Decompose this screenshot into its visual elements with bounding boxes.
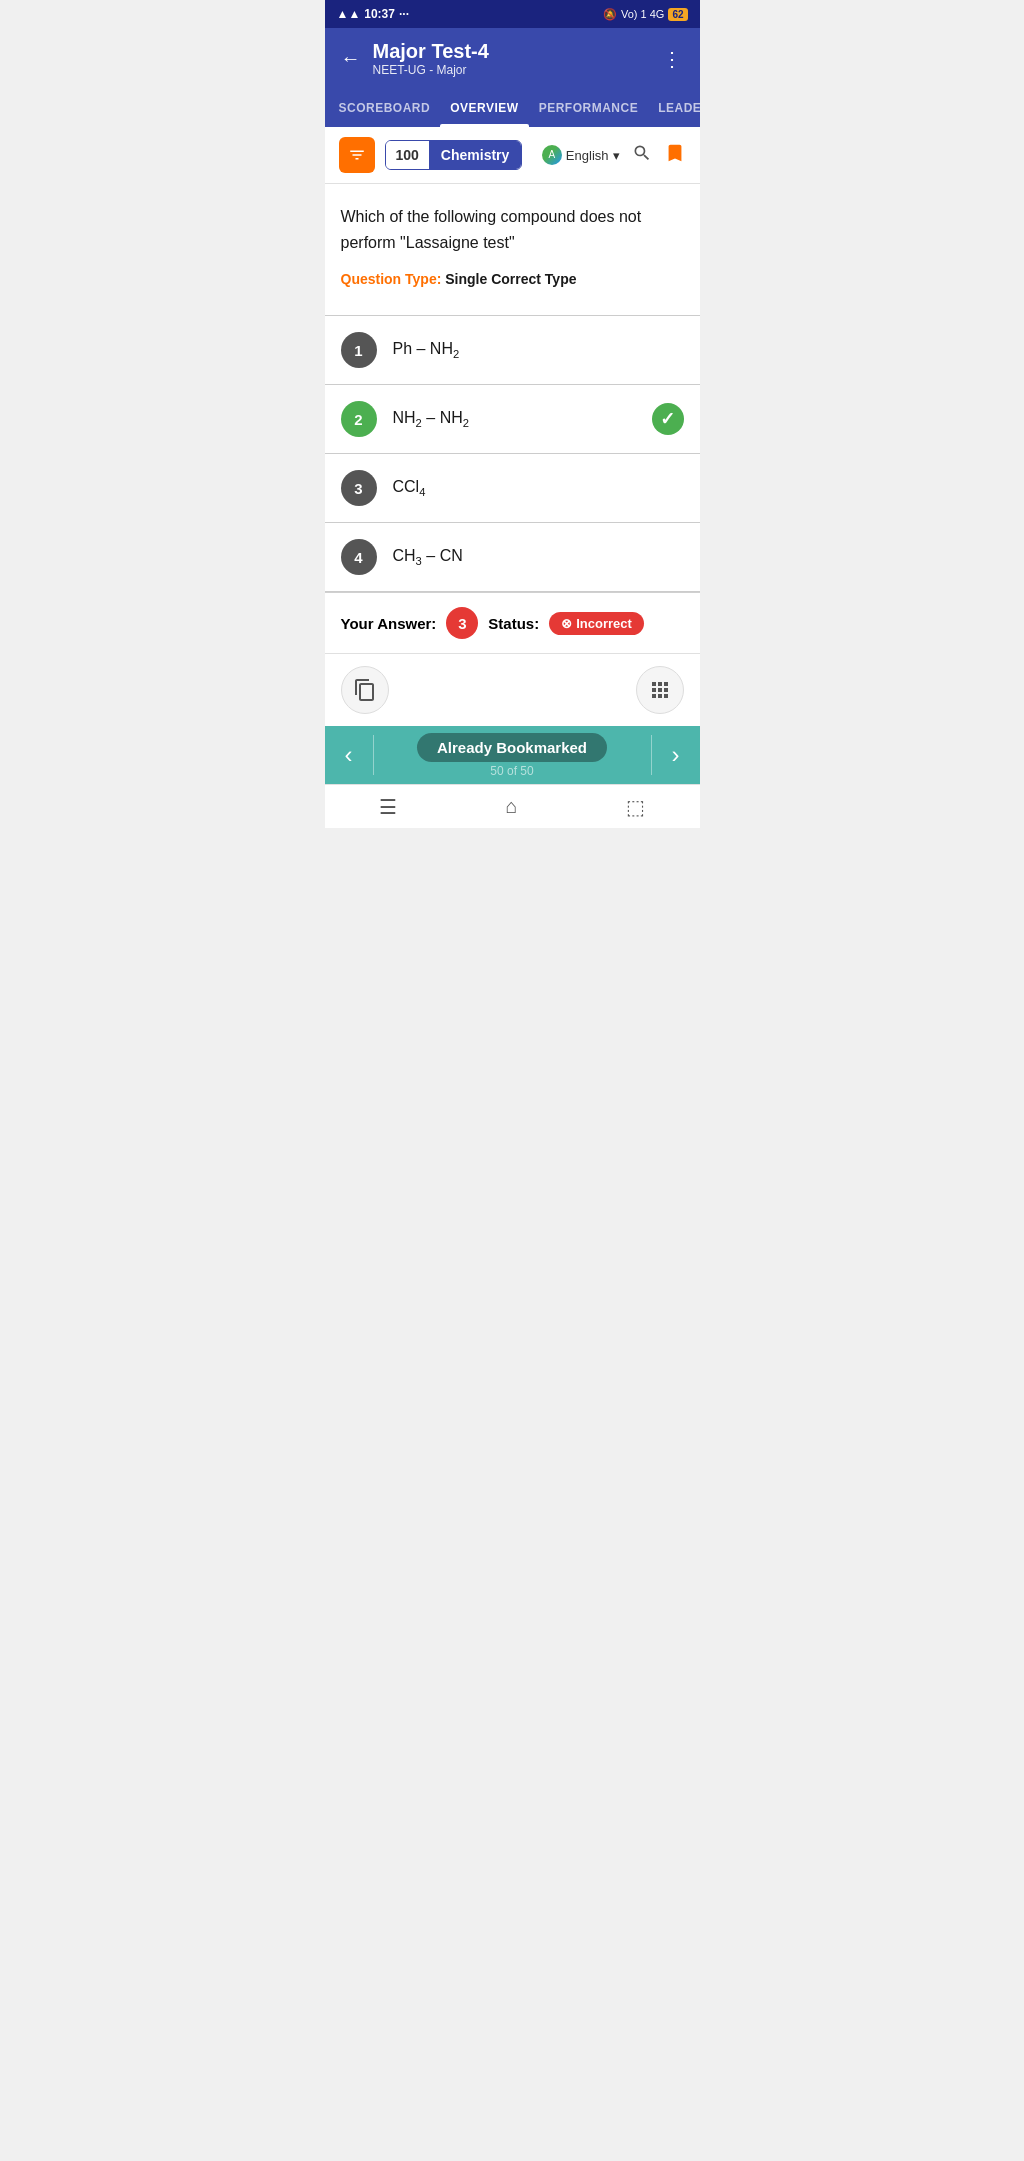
filter-button[interactable] <box>339 137 375 173</box>
network-info: Vo) 1 4G <box>621 8 664 20</box>
subject-number: 100 <box>386 141 429 169</box>
question-type-label: Question Type: <box>341 271 442 287</box>
header: ← Major Test-4 NEET-UG - Major ⋮ <box>325 28 700 89</box>
signal-icon: ▲▲ <box>337 7 361 21</box>
option-text-1: Ph – NH2 <box>393 340 684 360</box>
action-row <box>325 653 700 726</box>
grid-icon <box>648 678 672 702</box>
zoom-button[interactable] <box>632 143 652 168</box>
subject-name: Chemistry <box>429 141 521 169</box>
question-type-value: Single Correct Type <box>445 271 576 287</box>
status-dots: ··· <box>399 7 409 21</box>
sys-menu-button[interactable]: ☰ <box>379 795 397 819</box>
status-bar: ▲▲ 10:37 ··· 🔕 Vo) 1 4G 62 <box>325 0 700 28</box>
grid-button[interactable] <box>636 666 684 714</box>
correct-check-icon: ✓ <box>652 403 684 435</box>
option-3[interactable]: 3 CCl4 <box>325 454 700 522</box>
back-button[interactable]: ← <box>341 47 361 70</box>
your-answer-label: Your Answer: <box>341 615 437 632</box>
status-right: 🔕 Vo) 1 4G 62 <box>603 8 688 21</box>
bottom-nav: ‹ Already Bookmarked 50 of 50 › <box>325 726 700 784</box>
your-answer-badge: 3 <box>446 607 478 639</box>
option-text-4: CH3 – CN <box>393 547 684 567</box>
header-title: Major Test-4 NEET-UG - Major <box>373 40 489 77</box>
option-2[interactable]: 2 NH2 – NH2 ✓ <box>325 385 700 453</box>
option-number-2: 2 <box>341 401 377 437</box>
option-1[interactable]: 1 Ph – NH2 <box>325 316 700 384</box>
menu-button[interactable]: ⋮ <box>662 47 684 71</box>
tab-performance[interactable]: PERFORMANCE <box>529 89 649 127</box>
page-title: Major Test-4 <box>373 40 489 63</box>
option-text-3: CCl4 <box>393 478 684 498</box>
header-left: ← Major Test-4 NEET-UG - Major <box>341 40 489 77</box>
time: 10:37 <box>364 7 395 21</box>
filter-right: A English ▾ <box>542 142 686 169</box>
tab-overview[interactable]: OVERVIEW <box>440 89 528 127</box>
option-4[interactable]: 4 CH3 – CN <box>325 523 700 591</box>
notification-icon: 🔕 <box>603 8 617 21</box>
bookmark-nav-button[interactable]: Already Bookmarked 50 of 50 <box>374 725 651 786</box>
status-label: Status: <box>488 615 539 632</box>
status-left: ▲▲ 10:37 ··· <box>337 7 409 21</box>
option-number-3: 3 <box>341 470 377 506</box>
filter-bar: 100 Chemistry A English ▾ <box>325 127 700 184</box>
copy-icon <box>353 678 377 702</box>
chevron-down-icon: ▾ <box>613 148 620 163</box>
language-label: English <box>566 148 609 163</box>
status-text: Incorrect <box>576 616 632 631</box>
tabs-bar: SCOREBOARD OVERVIEW PERFORMANCE LEADERBO… <box>325 89 700 127</box>
tab-scoreboard[interactable]: SCOREBOARD <box>329 89 441 127</box>
page-subtitle: NEET-UG - Major <box>373 63 489 77</box>
bookmark-button[interactable] <box>664 142 686 169</box>
option-text-2: NH2 – NH2 <box>393 409 636 429</box>
language-selector[interactable]: A English ▾ <box>542 145 620 165</box>
question-type-row: Question Type: Single Correct Type <box>341 271 684 287</box>
subject-tag[interactable]: 100 Chemistry <box>385 140 523 170</box>
bookmark-label: Already Bookmarked <box>417 733 607 762</box>
filter-icon <box>348 146 366 164</box>
page-indicator: 50 of 50 <box>490 764 533 778</box>
filter-left: 100 Chemistry <box>339 137 523 173</box>
globe-icon: A <box>542 145 562 165</box>
copy-button[interactable] <box>341 666 389 714</box>
system-nav-bar: ☰ ⌂ ⬚ <box>325 784 700 828</box>
battery-indicator: 62 <box>668 8 687 21</box>
options-list: 1 Ph – NH2 2 NH2 – NH2 ✓ 3 CCl4 4 CH3 – … <box>325 316 700 591</box>
question-text: Which of the following compound does not… <box>341 204 684 255</box>
prev-button[interactable]: ‹ <box>325 726 373 784</box>
tab-leaderboard[interactable]: LEADERBOARD <box>648 89 699 127</box>
question-area: Which of the following compound does not… <box>325 184 700 315</box>
sys-back-button[interactable]: ⬚ <box>626 795 645 819</box>
next-button[interactable]: › <box>652 726 700 784</box>
answer-row: Your Answer: 3 Status: ⊗ Incorrect <box>325 592 700 653</box>
option-number-1: 1 <box>341 332 377 368</box>
status-icon: ⊗ <box>561 616 572 631</box>
status-badge: ⊗ Incorrect <box>549 612 644 635</box>
sys-home-button[interactable]: ⌂ <box>505 795 517 818</box>
option-number-4: 4 <box>341 539 377 575</box>
